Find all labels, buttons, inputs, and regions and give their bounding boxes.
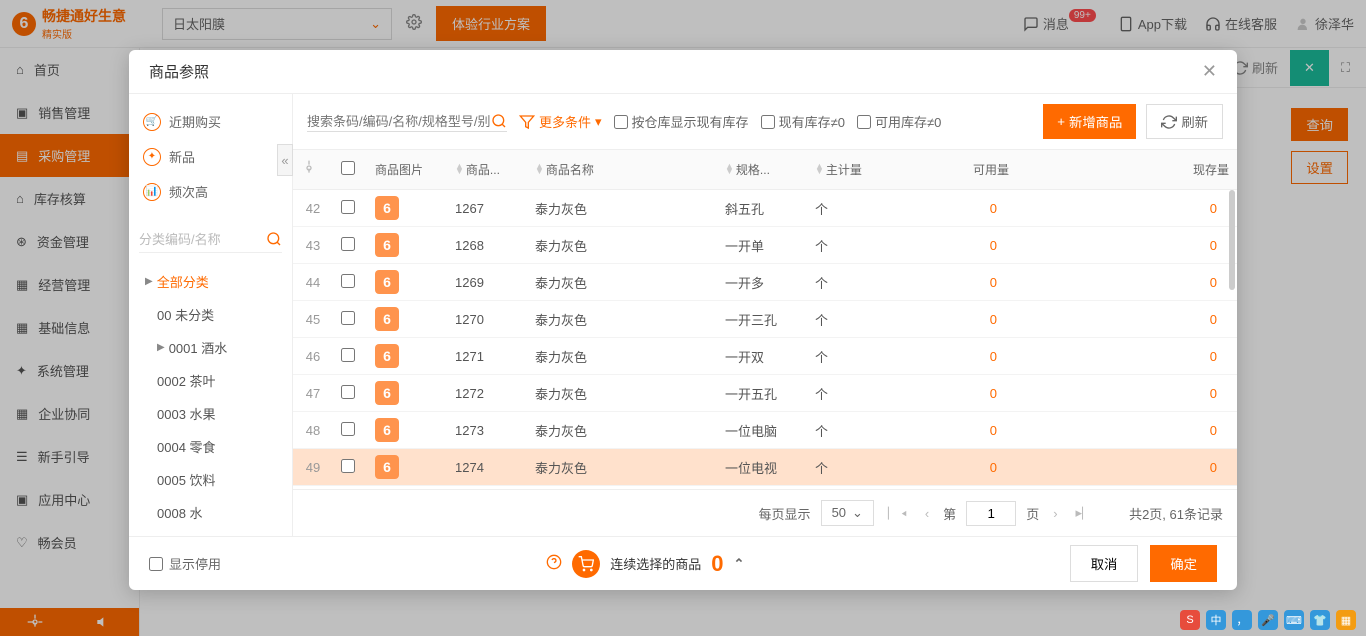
modal-left-panel: 🛒近期购买✦新品📊频次高 « 分类编码/名称 ▶全部分类00 未分类▶0001 … [129, 94, 293, 536]
filter-icon [519, 114, 535, 130]
product-img-icon: 6 [375, 381, 399, 405]
cart-icon[interactable] [572, 550, 600, 578]
col-image[interactable]: 商品图片 [367, 150, 447, 190]
chevron-down-icon: ▾ [595, 114, 602, 130]
modal-title: 商品参照 [149, 61, 209, 82]
category-search[interactable]: 分类编码/名称 [139, 225, 282, 253]
selected-label: 连续选择的商品 [610, 554, 701, 573]
chk-warehouse-stock[interactable]: 按仓库显示现有库存 [614, 112, 749, 131]
show-disabled-checkbox[interactable]: 显示停用 [149, 554, 221, 573]
table-row[interactable]: 50 6 1275 泰力灰色 一位门铃 个 0 0 [293, 486, 1237, 490]
search-icon [491, 113, 507, 129]
close-icon[interactable]: ✕ [1202, 61, 1217, 82]
col-stock[interactable]: 现存量 [1017, 150, 1237, 190]
tab-icon: ✦ [143, 148, 161, 166]
category-search-placeholder: 分类编码/名称 [139, 229, 221, 248]
col-unit[interactable]: ▲▼主计量 [807, 150, 877, 190]
more-conditions[interactable]: 更多条件 ▾ [519, 112, 602, 131]
category-item-8[interactable]: 0010 家电 [129, 529, 292, 536]
caret-icon: ▶ [157, 342, 165, 353]
add-product-button[interactable]: +新增商品 [1043, 104, 1136, 139]
col-name[interactable]: ▲▼商品名称 [527, 150, 717, 190]
category-item-7[interactable]: 0008 水 [129, 496, 292, 529]
page-next[interactable]: › [1049, 506, 1061, 521]
ime-kbd-icon[interactable]: ⌨ [1284, 610, 1304, 630]
col-checkbox[interactable] [333, 150, 367, 190]
modal-right-panel: 更多条件 ▾ 按仓库显示现有库存 现有库存≠0 可用库存≠0 +新增商品 刷新 [293, 94, 1237, 536]
product-modal: 商品参照 ✕ 🛒近期购买✦新品📊频次高 « 分类编码/名称 ▶全部分类00 未分… [129, 50, 1237, 590]
tab-icon: 🛒 [143, 113, 161, 131]
col-settings[interactable] [293, 150, 333, 190]
gear-icon [301, 160, 317, 176]
chevron-down-icon: ⌄ [852, 505, 863, 521]
table-row[interactable]: 49 6 1274 泰力灰色 一位电视 个 0 0 [293, 449, 1237, 486]
product-img-icon: 6 [375, 344, 399, 368]
table-row[interactable]: 46 6 1271 泰力灰色 一开双 个 0 0 [293, 338, 1237, 375]
product-img-icon: 6 [375, 418, 399, 442]
product-img-icon: 6 [375, 455, 399, 479]
page-first[interactable]: ⎸◂ [884, 505, 911, 521]
category-item-3[interactable]: 0002 茶叶 [129, 364, 292, 397]
product-img-icon: 6 [375, 270, 399, 294]
refresh-button[interactable]: 刷新 [1146, 104, 1223, 139]
col-avail[interactable]: 可用量 [877, 150, 1017, 190]
category-item-2[interactable]: ▶0001 酒水 [129, 331, 292, 364]
tab-icon: 📊 [143, 183, 161, 201]
col-code[interactable]: ▲▼商品... [447, 150, 527, 190]
ime-grid-icon[interactable]: ▦ [1336, 610, 1356, 630]
chk-existing-stock[interactable]: 现有库存≠0 [761, 112, 845, 131]
category-item-6[interactable]: 0005 饮料 [129, 463, 292, 496]
product-search[interactable] [307, 111, 507, 132]
selected-count: 0 [711, 551, 723, 577]
product-search-input[interactable] [307, 114, 491, 129]
page-last[interactable]: ▸⎸ [1072, 505, 1100, 521]
chk-available-stock[interactable]: 可用库存≠0 [857, 112, 941, 131]
pagination: 每页显示 50 ⌄ ⎸◂ ‹ 第 页 › ▸⎸ 共2页, 61条记录 [293, 489, 1237, 536]
per-page-select[interactable]: 50 ⌄ [821, 500, 874, 526]
page-summary: 共2页, 61条记录 [1129, 504, 1223, 523]
plus-icon: + [1057, 114, 1065, 129]
page-prev[interactable]: ‹ [921, 506, 933, 521]
product-img-icon: 6 [375, 307, 399, 331]
panel-tab-2[interactable]: 📊频次高 [129, 174, 292, 209]
table-row[interactable]: 42 6 1267 泰力灰色 斜五孔 个 0 0 [293, 190, 1237, 227]
category-item-5[interactable]: 0004 零食 [129, 430, 292, 463]
refresh-icon [1161, 114, 1177, 130]
table-row[interactable]: 45 6 1270 泰力灰色 一开三孔 个 0 0 [293, 301, 1237, 338]
product-img-icon: 6 [375, 233, 399, 257]
page-input[interactable] [966, 501, 1016, 526]
per-page-label: 每页显示 [759, 504, 811, 523]
ime-mic-icon[interactable]: 🎤 [1258, 610, 1278, 630]
product-img-icon: 6 [375, 196, 399, 220]
col-spec[interactable]: ▲▼规格... [717, 150, 807, 190]
panel-tab-1[interactable]: ✦新品 [129, 139, 292, 174]
product-table: 商品图片 ▲▼商品... ▲▼商品名称 ▲▼规格... ▲▼主计量 可用量 现存… [293, 150, 1237, 489]
collapse-handle[interactable]: « [277, 144, 293, 176]
chevron-up-icon[interactable]: ⌃ [734, 556, 745, 572]
category-item-1[interactable]: 00 未分类 [129, 298, 292, 331]
scrollbar[interactable] [1229, 190, 1235, 290]
caret-icon: ▶ [145, 276, 153, 287]
ime-lang-icon[interactable]: 中 [1206, 610, 1226, 630]
ime-skin-icon[interactable]: 👕 [1310, 610, 1330, 630]
category-item-0[interactable]: ▶全部分类 [129, 265, 292, 298]
confirm-button[interactable]: 确定 [1150, 545, 1217, 582]
ime-toolbar: S 中 ， 🎤 ⌨ 👕 ▦ [1180, 610, 1356, 630]
modal-overlay: 商品参照 ✕ 🛒近期购买✦新品📊频次高 « 分类编码/名称 ▶全部分类00 未分… [0, 0, 1366, 636]
search-icon [266, 231, 282, 247]
table-row[interactable]: 44 6 1269 泰力灰色 一开多 个 0 0 [293, 264, 1237, 301]
ime-punct-icon[interactable]: ， [1232, 610, 1252, 630]
help-icon[interactable] [546, 554, 562, 573]
cancel-button[interactable]: 取消 [1070, 545, 1139, 582]
table-row[interactable]: 43 6 1268 泰力灰色 一开单 个 0 0 [293, 227, 1237, 264]
panel-tab-0[interactable]: 🛒近期购买 [129, 104, 292, 139]
table-row[interactable]: 48 6 1273 泰力灰色 一位电脑 个 0 0 [293, 412, 1237, 449]
category-item-4[interactable]: 0003 水果 [129, 397, 292, 430]
table-row[interactable]: 47 6 1272 泰力灰色 一开五孔 个 0 0 [293, 375, 1237, 412]
ime-s-icon[interactable]: S [1180, 610, 1200, 630]
